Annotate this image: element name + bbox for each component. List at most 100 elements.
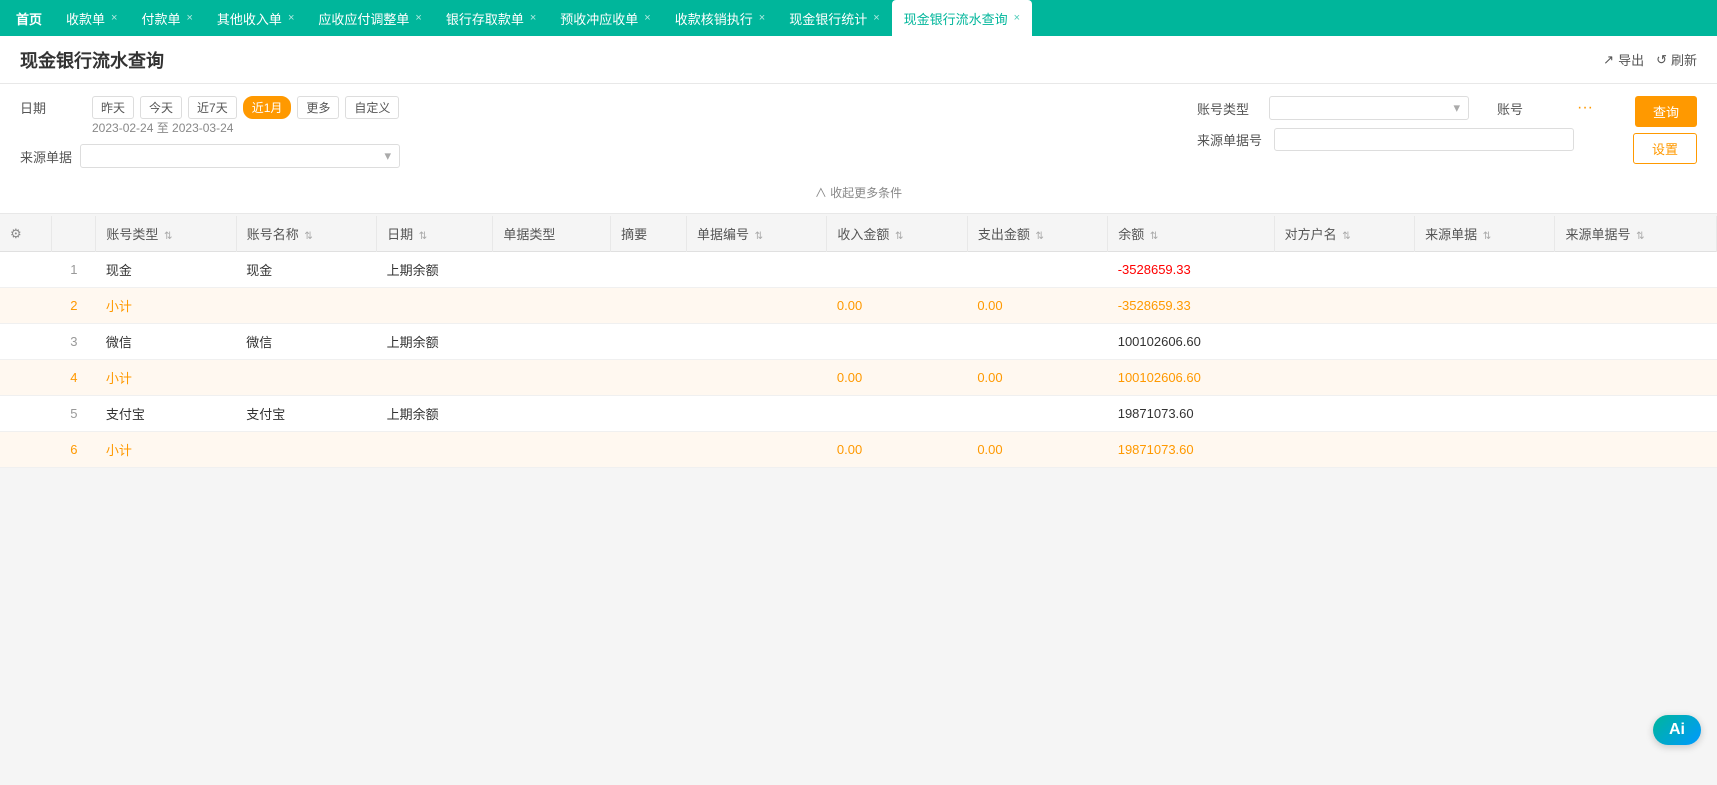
sort-icon: ⇅ <box>164 231 172 242</box>
nav-tab-adjustment[interactable]: 应收应付调整单 × <box>306 0 433 36</box>
table-cell: 0.00 <box>967 432 1107 468</box>
close-icon[interactable]: × <box>288 12 294 24</box>
table-cell <box>967 252 1107 288</box>
nav-tab-collection[interactable]: 收款核销执行 × <box>663 0 777 36</box>
table-cell <box>611 432 687 468</box>
close-icon[interactable]: × <box>111 12 117 24</box>
col-counterpart[interactable]: 对方户名 ⇅ <box>1274 216 1414 252</box>
export-icon: ↗ <box>1603 52 1614 68</box>
table-cell <box>611 360 687 396</box>
table-cell <box>0 252 52 288</box>
nav-tab-receipt[interactable]: 收款单 × <box>54 0 129 36</box>
col-balance[interactable]: 余额 ⇅ <box>1108 216 1274 252</box>
date-btn-1month[interactable]: 近1月 <box>243 96 292 119</box>
table-cell <box>0 324 52 360</box>
col-income[interactable]: 收入金额 ⇅ <box>827 216 967 252</box>
close-icon[interactable]: × <box>415 12 421 24</box>
export-button[interactable]: ↗ 导出 <box>1603 50 1644 69</box>
col-gear[interactable]: ⚙ <box>0 216 52 252</box>
nav-tab-payment[interactable]: 付款单 × <box>129 0 204 36</box>
table-row: 6小计0.000.0019871073.60 <box>0 432 1717 468</box>
settings-button[interactable]: 设置 <box>1633 133 1697 164</box>
chevron-down-icon: ▾ <box>384 148 391 164</box>
col-doc-type[interactable]: 单据类型 <box>493 216 611 252</box>
sort-icon: ⇅ <box>419 231 427 242</box>
refresh-button[interactable]: ↺ 刷新 <box>1656 50 1697 69</box>
table-cell <box>1274 432 1414 468</box>
table-row: 5支付宝支付宝上期余额19871073.60 <box>0 396 1717 432</box>
table-cell <box>1555 396 1717 432</box>
table-cell <box>611 324 687 360</box>
nav-tab-bank-deposit[interactable]: 银行存取款单 × <box>434 0 548 36</box>
col-expense[interactable]: 支出金额 ⇅ <box>967 216 1107 252</box>
table-cell: 19871073.60 <box>1108 432 1274 468</box>
date-options: 昨天 今天 近7天 近1月 更多 自定义 <box>92 96 399 119</box>
table-cell: 小计 <box>96 360 236 396</box>
source-doc-select[interactable]: ▾ <box>80 144 400 168</box>
close-icon[interactable]: × <box>873 12 879 24</box>
table-cell: 小计 <box>96 432 236 468</box>
table-cell <box>377 288 493 324</box>
close-icon[interactable]: × <box>1014 12 1020 24</box>
date-btn-custom[interactable]: 自定义 <box>345 96 399 119</box>
table-cell <box>236 432 376 468</box>
table-cell <box>1555 432 1717 468</box>
table-cell: 微信 <box>236 324 376 360</box>
close-icon[interactable]: × <box>530 12 536 24</box>
col-source-doc-num[interactable]: 来源单据号 ⇅ <box>1555 216 1717 252</box>
account-ellipsis-btn[interactable]: ··· <box>1577 99 1593 117</box>
filter-buttons: 查询 设置 <box>1617 96 1697 164</box>
account-label: 账号 <box>1497 99 1557 118</box>
table-cell <box>827 252 967 288</box>
date-btn-yesterday[interactable]: 昨天 <box>92 96 134 119</box>
table-cell <box>1555 324 1717 360</box>
date-btn-7days[interactable]: 近7天 <box>188 96 237 119</box>
nav-tab-other-income[interactable]: 其他收入单 × <box>205 0 306 36</box>
ai-badge[interactable]: Ai <box>1653 715 1701 745</box>
table-cell: 6 <box>52 432 96 468</box>
table-container: ⚙ 账号类型 ⇅ 账号名称 ⇅ 日期 ⇅ 单据类型 摘要 单据编号 ⇅ 收入金额… <box>0 216 1717 468</box>
collapse-up-icon: ∧ <box>815 186 830 200</box>
table-cell <box>687 252 827 288</box>
nav-tab-cash-stats[interactable]: 现金银行统计 × <box>777 0 891 36</box>
sort-icon: ⇅ <box>895 231 903 242</box>
source-doc-num-input[interactable] <box>1274 128 1574 151</box>
table-cell: -3528659.33 <box>1108 288 1274 324</box>
header-actions: ↗ 导出 ↺ 刷新 <box>1603 50 1697 69</box>
table-cell: 0.00 <box>827 360 967 396</box>
sort-icon: ⇅ <box>304 231 312 242</box>
table-cell <box>611 396 687 432</box>
data-table: ⚙ 账号类型 ⇅ 账号名称 ⇅ 日期 ⇅ 单据类型 摘要 单据编号 ⇅ 收入金额… <box>0 216 1717 468</box>
collapse-bar[interactable]: ∧ 收起更多条件 <box>20 180 1697 205</box>
table-cell: 上期余额 <box>377 252 493 288</box>
account-type-select[interactable]: ▾ <box>1269 96 1469 120</box>
col-date[interactable]: 日期 ⇅ <box>377 216 493 252</box>
filter-middle: 账号类型 ▾ 账号 ··· 来源单据号 <box>1197 96 1597 159</box>
table-cell <box>1274 252 1414 288</box>
table-cell: 微信 <box>96 324 236 360</box>
nav-tab-home[interactable]: 首页 <box>4 0 54 36</box>
table-cell <box>1274 396 1414 432</box>
nav-tab-cash-flow[interactable]: 现金银行流水查询 × <box>892 0 1032 36</box>
col-source-doc[interactable]: 来源单据 ⇅ <box>1415 216 1555 252</box>
close-icon[interactable]: × <box>759 12 765 24</box>
table-cell <box>1415 360 1555 396</box>
table-cell <box>493 360 611 396</box>
gear-icon[interactable]: ⚙ <box>10 226 22 241</box>
table-cell: 0.00 <box>967 360 1107 396</box>
close-icon[interactable]: × <box>186 12 192 24</box>
col-rownum <box>52 216 96 252</box>
table-cell <box>611 288 687 324</box>
col-account-name[interactable]: 账号名称 ⇅ <box>236 216 376 252</box>
col-account-type[interactable]: 账号类型 ⇅ <box>96 216 236 252</box>
col-doc-number[interactable]: 单据编号 ⇅ <box>687 216 827 252</box>
table-header: ⚙ 账号类型 ⇅ 账号名称 ⇅ 日期 ⇅ 单据类型 摘要 单据编号 ⇅ 收入金额… <box>0 216 1717 252</box>
nav-tab-prepay[interactable]: 预收冲应收单 × <box>548 0 662 36</box>
close-icon[interactable]: × <box>644 12 650 24</box>
table-cell <box>687 360 827 396</box>
table-cell <box>967 396 1107 432</box>
query-button[interactable]: 查询 <box>1635 96 1697 127</box>
table-cell <box>1415 324 1555 360</box>
date-btn-more[interactable]: 更多 <box>297 96 339 119</box>
date-btn-today[interactable]: 今天 <box>140 96 182 119</box>
